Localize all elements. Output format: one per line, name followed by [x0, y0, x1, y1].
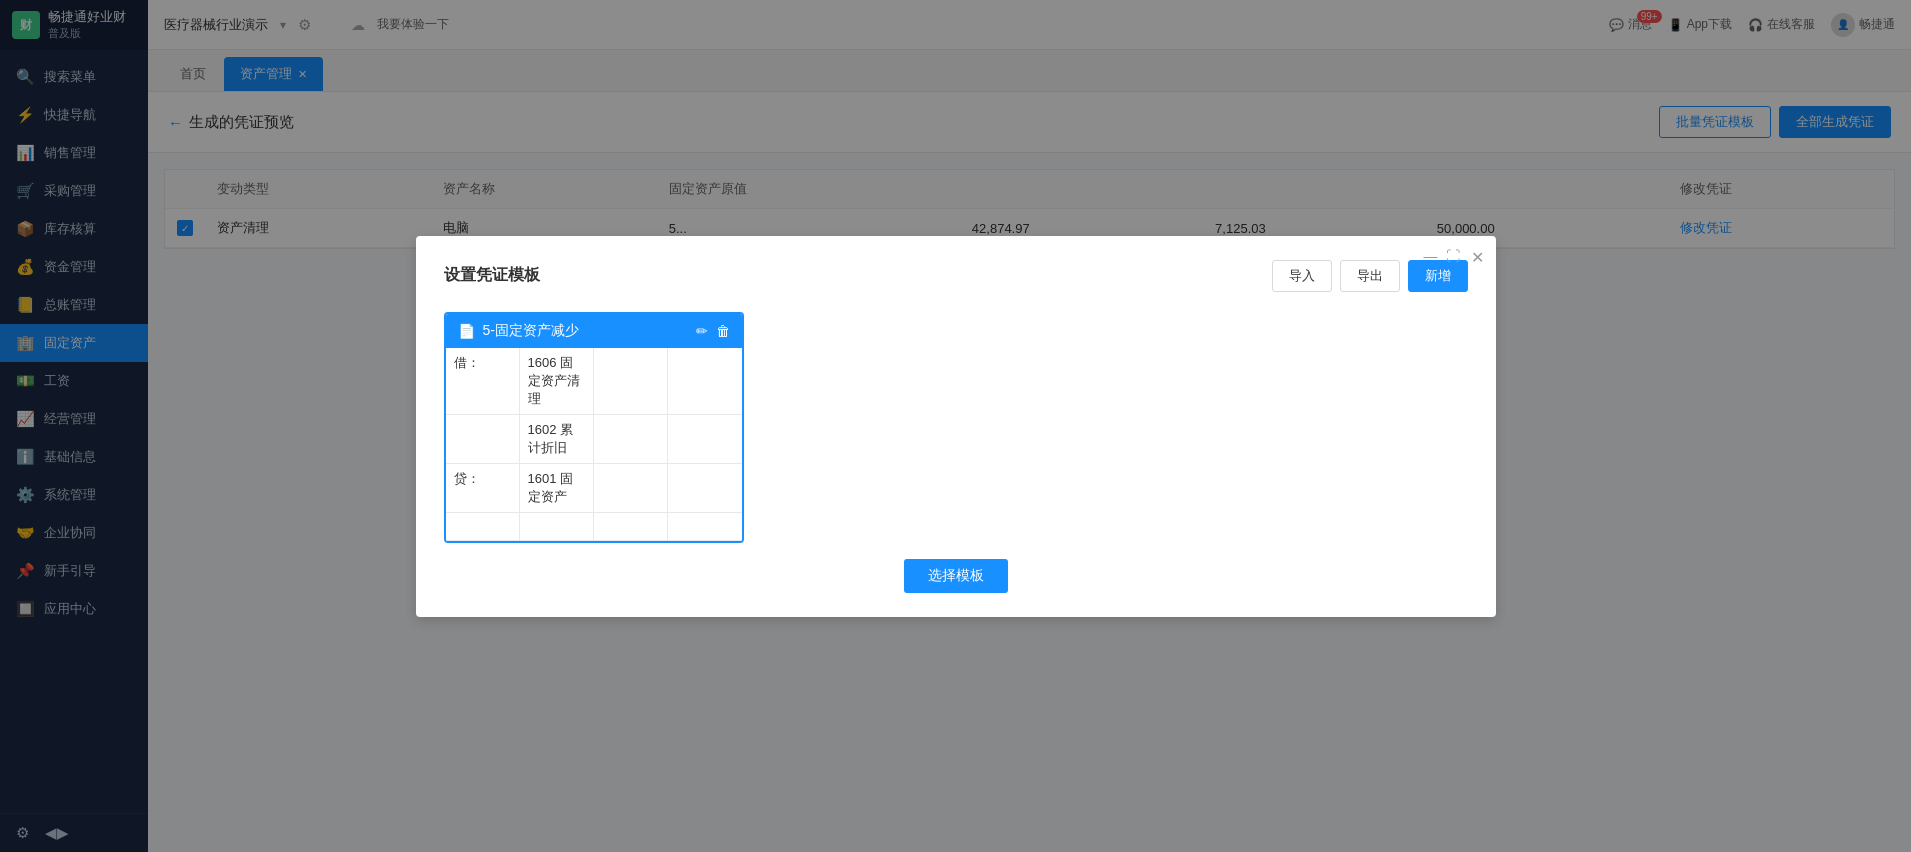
- template-cell-code-2: 1602 累计折旧: [520, 415, 594, 463]
- template-cell-debit-2: [594, 415, 668, 463]
- template-doc-icon: 📄: [458, 323, 475, 339]
- template-card-title-area: 📄 5-固定资产减少: [458, 322, 579, 340]
- select-template-button[interactable]: 选择模板: [904, 559, 1008, 593]
- template-cell-debit-3: [594, 464, 668, 512]
- template-cell-type-2: [446, 415, 520, 463]
- template-card-header: 📄 5-固定资产减少 ✏ 🗑: [446, 314, 742, 348]
- template-card-actions: ✏ 🗑: [696, 323, 730, 339]
- template-cell-type-3: 贷：: [446, 464, 520, 512]
- import-button[interactable]: 导入: [1272, 260, 1332, 292]
- template-cell-credit-3: [668, 464, 742, 512]
- template-row-3: 贷： 1601 固定资产: [446, 464, 742, 513]
- modal-header-actions: 导入 导出 新增: [1272, 260, 1468, 292]
- modal-title: 设置凭证模板: [444, 265, 540, 286]
- template-cell-debit-1: [594, 348, 668, 414]
- modal-close-button[interactable]: ✕: [1471, 248, 1484, 267]
- modal-maximize-icon[interactable]: ⛶: [1446, 248, 1460, 264]
- modal-header: 设置凭证模板 导入 导出 新增: [444, 260, 1468, 292]
- modal-overlay: ✕ — ⛶ 设置凭证模板 导入 导出 新增 📄 5-固定资产减少 ✏ 🗑: [0, 0, 1911, 852]
- template-row-empty: [446, 513, 742, 541]
- export-button[interactable]: 导出: [1340, 260, 1400, 292]
- template-edit-icon[interactable]: ✏: [696, 323, 708, 339]
- template-row-1: 借： 1606 固定资产清理: [446, 348, 742, 415]
- template-title: 5-固定资产减少: [483, 322, 579, 340]
- template-cell-type-1: 借：: [446, 348, 520, 414]
- template-cell-code-1: 1606 固定资产清理: [520, 348, 594, 414]
- template-delete-icon[interactable]: 🗑: [716, 323, 730, 339]
- modal-minimize-icon[interactable]: —: [1424, 248, 1438, 264]
- template-card-body: 借： 1606 固定资产清理 1602 累计折旧 贷： 1601 固定资产: [446, 348, 742, 541]
- set-template-modal: ✕ — ⛶ 设置凭证模板 导入 导出 新增 📄 5-固定资产减少 ✏ 🗑: [416, 236, 1496, 617]
- new-template-button[interactable]: 新增: [1408, 260, 1468, 292]
- template-cell-credit-2: [668, 415, 742, 463]
- template-cell-code-3: 1601 固定资产: [520, 464, 594, 512]
- template-row-2: 1602 累计折旧: [446, 415, 742, 464]
- template-cell-credit-1: [668, 348, 742, 414]
- template-card: 📄 5-固定资产减少 ✏ 🗑 借： 1606 固定资产清理 1602 累计: [444, 312, 744, 543]
